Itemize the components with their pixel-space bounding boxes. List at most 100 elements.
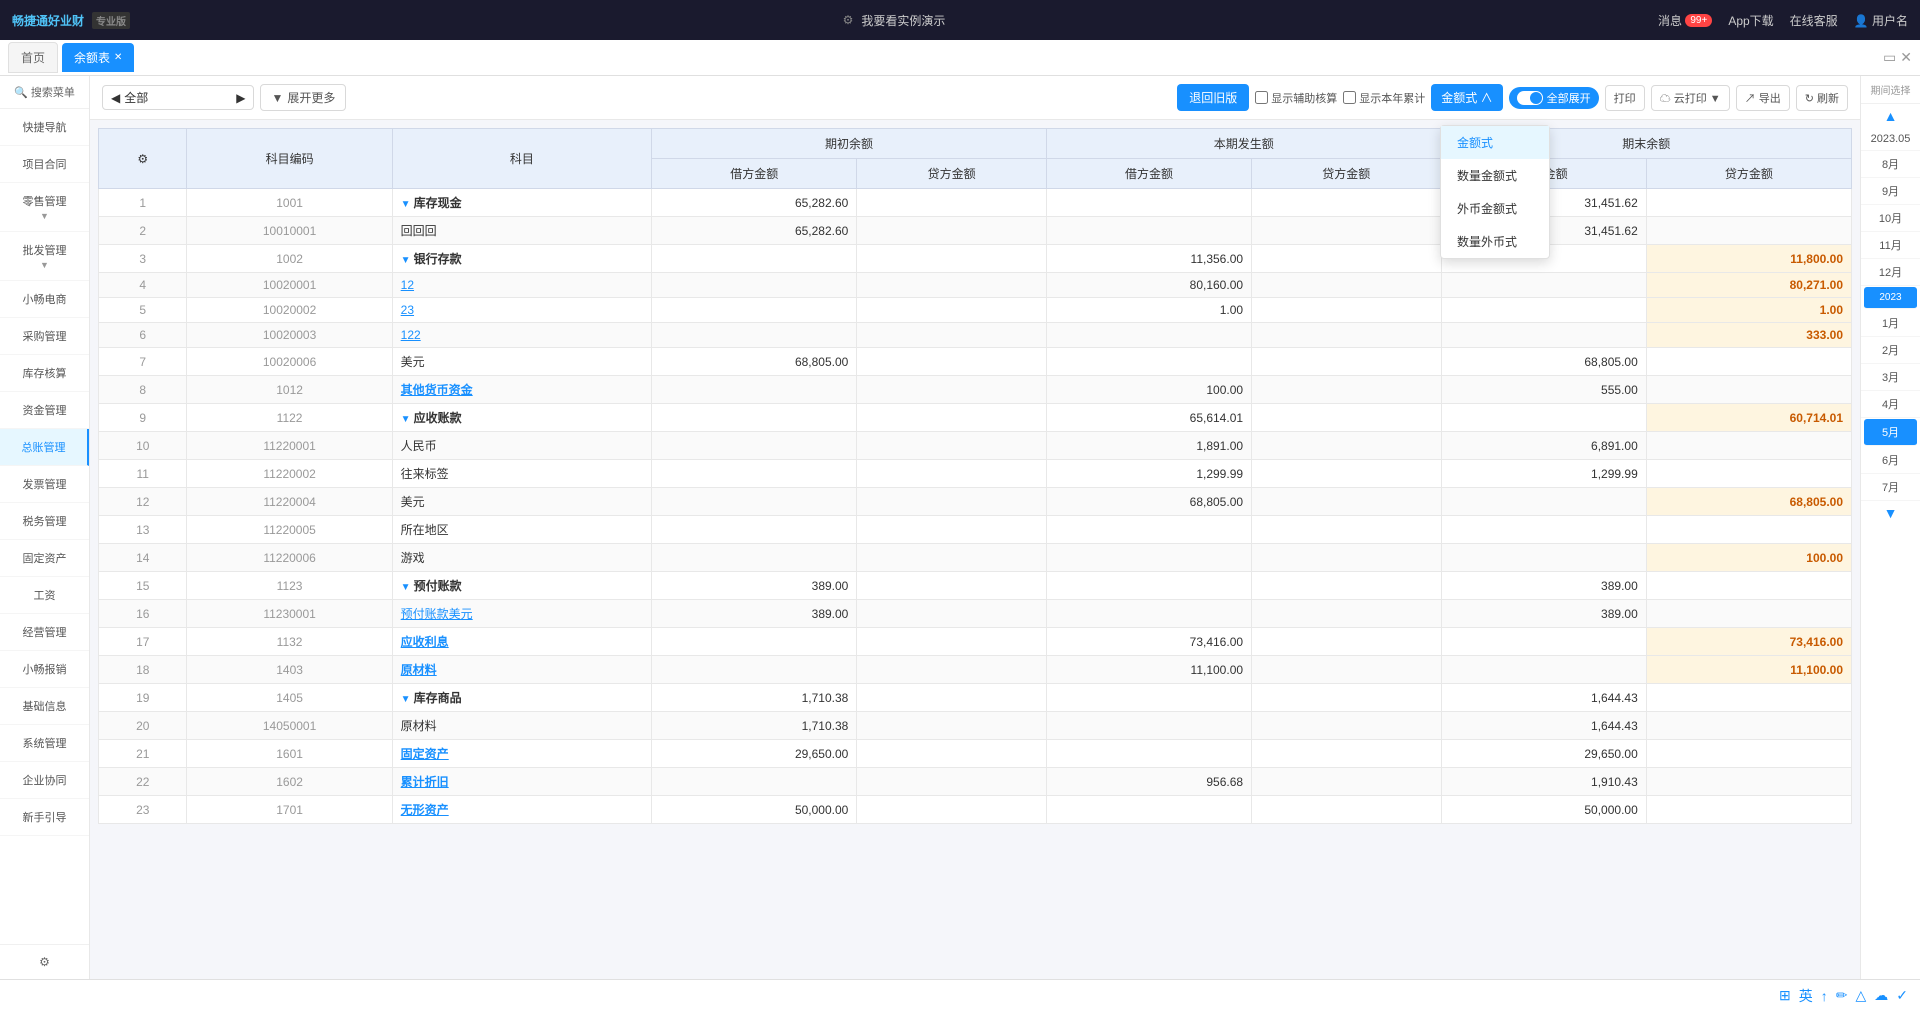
expand-btn[interactable]: ▼ 展开更多 — [260, 84, 346, 111]
table-row: 1411220006游戏100.00 — [99, 544, 1852, 572]
show-ytd-checkbox[interactable]: 显示本年累计 — [1343, 90, 1425, 106]
tab-balance[interactable]: 余额表 ✕ — [62, 43, 134, 72]
month-item-5[interactable]: 12月 — [1861, 259, 1920, 286]
bottom-icon-check[interactable]: ✓ — [1896, 987, 1908, 1004]
sidebar-item-project[interactable]: 项目合同 — [0, 146, 89, 183]
month-item-jun[interactable]: 6月 — [1861, 447, 1920, 474]
row-num-12: 13 — [99, 516, 187, 544]
month-down-nav[interactable]: ▼ — [1861, 501, 1920, 525]
row-num-5: 6 — [99, 323, 187, 348]
bottom-icon-cloud[interactable]: ☁ — [1874, 987, 1888, 1004]
tab-close-btn[interactable]: ✕ — [114, 52, 122, 63]
row-name-22[interactable]: 无形资产 — [392, 796, 651, 824]
sidebar-settings-btn[interactable]: ⚙ — [0, 944, 89, 979]
bottom-icon-grid[interactable]: ⊞ — [1779, 987, 1791, 1004]
back-old-version-btn[interactable]: 退回旧版 — [1177, 84, 1249, 111]
month-item-mar[interactable]: 3月 — [1861, 364, 1920, 391]
sidebar-item-system[interactable]: 系统管理 — [0, 725, 89, 762]
cell — [652, 488, 857, 516]
sidebar-search[interactable]: 🔍 搜索菜单 — [0, 76, 89, 109]
settings-btn[interactable]: ⚙ — [843, 13, 854, 27]
row-name-7[interactable]: 其他货币资金 — [392, 376, 651, 404]
month-up-nav[interactable]: ▲ — [1861, 104, 1920, 128]
bottom-icon-lang[interactable]: 英 — [1799, 986, 1813, 1006]
sidebar-item-assets[interactable]: 固定资产 — [0, 540, 89, 577]
row-name-3[interactable]: 12 — [392, 273, 651, 298]
toggle-expand-btn[interactable]: 全部展开 — [1509, 87, 1599, 109]
mode-btn[interactable]: 金额式 ∧ — [1431, 84, 1502, 111]
cell — [1252, 273, 1442, 298]
sidebar-item-wholesale[interactable]: 批发管理 ▼ — [0, 232, 89, 281]
helper-check[interactable] — [1255, 91, 1268, 104]
sidebar-item-inventory[interactable]: 库存核算 — [0, 355, 89, 392]
refresh-btn[interactable]: ↻ 刷新 — [1796, 85, 1848, 111]
month-item-2[interactable]: 9月 — [1861, 178, 1920, 205]
app-download-btn[interactable]: App下载 — [1728, 12, 1773, 29]
dropdown-amount[interactable]: 金额式 — [1441, 126, 1549, 159]
sidebar-item-ops[interactable]: 经营管理 — [0, 614, 89, 651]
user-avatar[interactable]: 👤 用户名 — [1854, 12, 1908, 29]
month-item-apr[interactable]: 4月 — [1861, 391, 1920, 418]
sidebar-item-base[interactable]: 基础信息 — [0, 688, 89, 725]
main-layout: 🔍 搜索菜单 快捷导航 项目合同 零售管理 ▼ 批发管理 ▼ 小畅电商 采购管理… — [0, 76, 1920, 979]
sidebar-item-sales[interactable]: 小畅报销 — [0, 651, 89, 688]
cell — [1441, 516, 1646, 544]
search-left-arrow[interactable]: ◀ — [111, 91, 120, 105]
search-right-arrow[interactable]: ▶ — [236, 91, 245, 105]
sidebar-item-salary[interactable]: 工资 — [0, 577, 89, 614]
sidebar-item-guide[interactable]: 新手引导 — [0, 799, 89, 836]
refresh-icon: ↻ — [1805, 93, 1814, 105]
cloud-print-btn[interactable]: ☁ 云打印 ▼ — [1651, 85, 1730, 111]
row-name-2: ▼银行存款 — [392, 245, 651, 273]
cell — [1646, 460, 1851, 488]
sidebar-item-retail[interactable]: 零售管理 ▼ — [0, 183, 89, 232]
tab-home[interactable]: 首页 — [8, 42, 58, 73]
window-minimize[interactable]: ▭ — [1883, 49, 1896, 66]
row-name-15[interactable]: 预付账款美元 — [392, 600, 651, 628]
sidebar-item-ecommerce[interactable]: 小畅电商 — [0, 281, 89, 318]
row-name-21[interactable]: 累计折旧 — [392, 768, 651, 796]
sidebar-item-corp[interactable]: 企业协同 — [0, 762, 89, 799]
sidebar-item-invoice[interactable]: 发票管理 — [0, 466, 89, 503]
row-num-16: 17 — [99, 628, 187, 656]
cell — [1252, 656, 1442, 684]
row-name-16[interactable]: 应收利息 — [392, 628, 651, 656]
search-input[interactable] — [152, 91, 232, 105]
bottom-icon-edit[interactable]: ✏ — [1836, 987, 1848, 1004]
search-box[interactable]: ◀ 全部 ▶ — [102, 85, 254, 110]
month-item-1[interactable]: 8月 — [1861, 151, 1920, 178]
sidebar-item-purchase[interactable]: 采购管理 — [0, 318, 89, 355]
dropdown-foreign-amount[interactable]: 外币金额式 — [1441, 192, 1549, 225]
row-name-5[interactable]: 122 — [392, 323, 651, 348]
print-btn[interactable]: 打印 — [1605, 85, 1645, 111]
online-service-btn[interactable]: 在线客服 — [1790, 12, 1838, 29]
cell — [652, 404, 857, 432]
bottom-icon-triangle[interactable]: △ — [1855, 987, 1866, 1004]
dropdown-qty-amount[interactable]: 数量金额式 — [1441, 159, 1549, 192]
month-item-jul[interactable]: 7月 — [1861, 474, 1920, 501]
sidebar-item-ledger[interactable]: 总账管理 — [0, 429, 89, 466]
table-row: 610020003122333.00 — [99, 323, 1852, 348]
cell: 68,805.00 — [1046, 488, 1251, 516]
month-item-3[interactable]: 10月 — [1861, 205, 1920, 232]
row-name-20[interactable]: 固定资产 — [392, 740, 651, 768]
bottom-icon-up[interactable]: ↑ — [1821, 988, 1828, 1004]
show-helper-checkbox[interactable]: 显示辅助核算 — [1255, 90, 1337, 106]
row-name-4[interactable]: 23 — [392, 298, 651, 323]
window-close[interactable]: ✕ — [1900, 49, 1912, 66]
month-item-jan[interactable]: 1月 — [1861, 310, 1920, 337]
month-item-may[interactable]: 5月 — [1864, 419, 1917, 446]
dropdown-qty-foreign[interactable]: 数量外币式 — [1441, 225, 1549, 258]
demo-label[interactable]: 我要看实例演示 — [861, 12, 945, 29]
sidebar-item-quicknav[interactable]: 快捷导航 — [0, 109, 89, 146]
month-item-0[interactable]: 2023.05 — [1861, 128, 1920, 151]
row-name-17[interactable]: 原材料 — [392, 656, 651, 684]
export-btn[interactable]: ↗ 导出 — [1736, 85, 1790, 111]
month-item-feb[interactable]: 2月 — [1861, 337, 1920, 364]
th-settings[interactable]: ⚙ — [99, 129, 187, 189]
ytd-check[interactable] — [1343, 91, 1356, 104]
sidebar-item-tax[interactable]: 税务管理 — [0, 503, 89, 540]
month-item-4[interactable]: 11月 — [1861, 232, 1920, 259]
msg-btn[interactable]: 消息 99+ — [1658, 12, 1712, 29]
sidebar-item-finance[interactable]: 资金管理 — [0, 392, 89, 429]
